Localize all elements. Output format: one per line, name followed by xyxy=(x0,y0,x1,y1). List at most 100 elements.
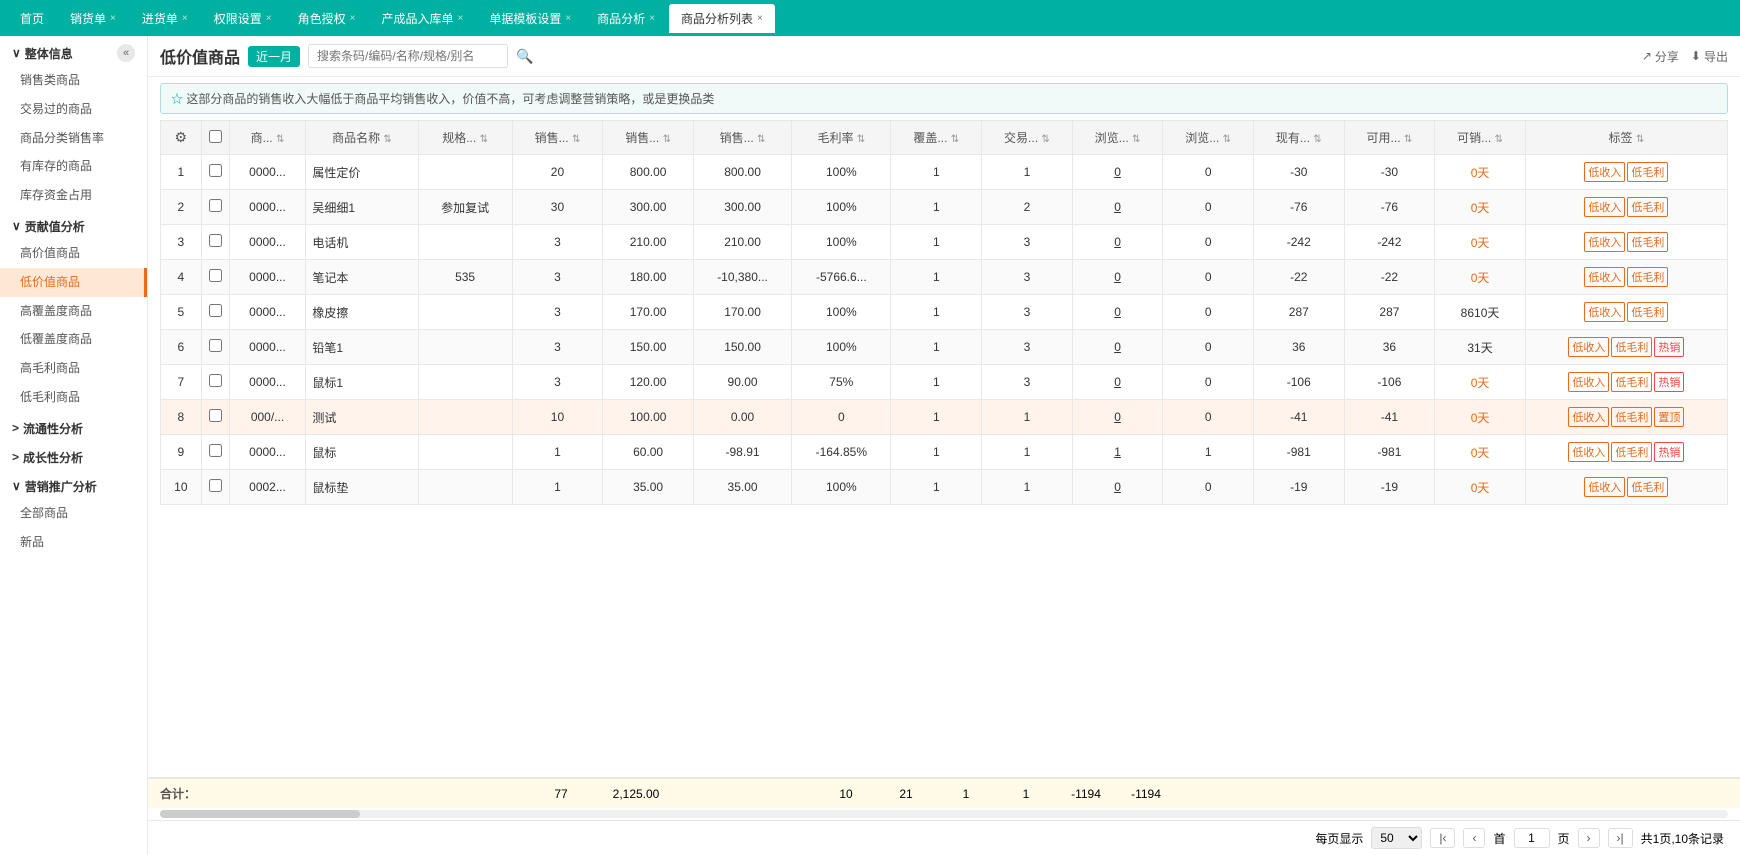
sidebar-item-high-value[interactable]: 高价值商品 xyxy=(0,239,147,268)
sidebar-item-low-coverage[interactable]: 低覆盖度商品 xyxy=(0,325,147,354)
td-checkbox[interactable] xyxy=(201,330,229,365)
row-checkbox[interactable] xyxy=(209,234,222,247)
td-profit: 0 xyxy=(792,400,891,435)
close-icon[interactable]: × xyxy=(266,13,272,24)
sidebar-item-category-sales-rate[interactable]: 商品分类销售率 xyxy=(0,124,147,153)
first-page-btn[interactable]: |‹ xyxy=(1430,828,1455,848)
row-checkbox[interactable] xyxy=(209,339,222,352)
row-checkbox[interactable] xyxy=(209,409,222,422)
row-checkbox[interactable] xyxy=(209,164,222,177)
sidebar-group-liquidity[interactable]: > 流通性分析 xyxy=(0,412,147,441)
browse-link[interactable]: 1 xyxy=(1114,445,1121,459)
page-input[interactable] xyxy=(1514,828,1550,848)
table-wrapper[interactable]: ⚙ 商... ⇅ 商品名称 ⇅ 规格... ⇅ 销售... ⇅ 销售... ⇅ … xyxy=(148,120,1740,777)
td-cov: 1 xyxy=(891,155,982,190)
browse-link[interactable]: 0 xyxy=(1114,410,1121,424)
share-btn[interactable]: ↗ 分享 xyxy=(1642,48,1679,65)
nav-permission[interactable]: 权限设置 × xyxy=(202,4,284,33)
close-icon[interactable]: × xyxy=(757,13,763,24)
footer-stock1: -1194 xyxy=(1056,787,1116,801)
row-checkbox[interactable] xyxy=(209,444,222,457)
close-icon[interactable]: × xyxy=(649,13,655,24)
next-page-btn[interactable]: › xyxy=(1578,828,1600,848)
nav-template[interactable]: 单据模板设置 × xyxy=(477,4,583,33)
sidebar-group-contribution[interactable]: ∨ 贡献值分析 xyxy=(0,210,147,239)
search-icon[interactable]: 🔍 xyxy=(516,48,533,65)
td-checkbox[interactable] xyxy=(201,225,229,260)
nav-product-analysis[interactable]: 商品分析 × xyxy=(585,4,667,33)
td-browse1[interactable]: 0 xyxy=(1072,295,1163,330)
td-browse1[interactable]: 0 xyxy=(1072,260,1163,295)
scrollbar-thumb[interactable] xyxy=(160,810,360,818)
row-checkbox[interactable] xyxy=(209,304,222,317)
td-browse1[interactable]: 0 xyxy=(1072,365,1163,400)
sidebar-item-low-value[interactable]: 低价值商品 xyxy=(0,268,147,297)
collapse-btn[interactable]: « xyxy=(117,44,135,62)
row-checkbox[interactable] xyxy=(209,374,222,387)
time-filter-btn[interactable]: 近一月 xyxy=(248,46,300,67)
close-icon[interactable]: × xyxy=(457,13,463,24)
sidebar-item-low-profit[interactable]: 低毛利商品 xyxy=(0,383,147,412)
row-checkbox[interactable] xyxy=(209,199,222,212)
td-checkbox[interactable] xyxy=(201,435,229,470)
sidebar-group-growth[interactable]: > 成长性分析 xyxy=(0,441,147,470)
per-page-select[interactable]: 50 100 200 xyxy=(1371,827,1422,849)
nav-product-analysis-list[interactable]: 商品分析列表 × xyxy=(669,4,775,33)
td-browse1[interactable]: 0 xyxy=(1072,190,1163,225)
sidebar-item-traded-products[interactable]: 交易过的商品 xyxy=(0,95,147,124)
td-browse1[interactable]: 1 xyxy=(1072,435,1163,470)
close-icon[interactable]: × xyxy=(350,13,356,24)
export-btn[interactable]: ⬇ 导出 xyxy=(1691,48,1728,65)
browse-link[interactable]: 0 xyxy=(1114,235,1121,249)
td-browse1[interactable]: 0 xyxy=(1072,225,1163,260)
td-checkbox[interactable] xyxy=(201,470,229,505)
td-browse1[interactable]: 0 xyxy=(1072,155,1163,190)
sidebar-item-stock-products[interactable]: 有库存的商品 xyxy=(0,152,147,181)
sidebar-item-stock-capital[interactable]: 库存资金占用 xyxy=(0,181,147,210)
browse-link[interactable]: 0 xyxy=(1114,305,1121,319)
row-checkbox[interactable] xyxy=(209,479,222,492)
th-gear[interactable]: ⚙ xyxy=(161,121,202,155)
sidebar-item-new-products[interactable]: 新品 xyxy=(0,528,147,557)
sidebar-group-marketing[interactable]: ∨ 营销推广分析 xyxy=(0,470,147,499)
td-browse1[interactable]: 0 xyxy=(1072,400,1163,435)
nav-sales[interactable]: 销货单 × xyxy=(58,4,128,33)
select-all-checkbox[interactable] xyxy=(209,130,222,143)
browse-link[interactable]: 0 xyxy=(1114,340,1121,354)
td-s2: 35.00 xyxy=(603,470,694,505)
th-checkbox[interactable] xyxy=(201,121,229,155)
search-input[interactable] xyxy=(308,44,508,68)
close-icon[interactable]: × xyxy=(182,13,188,24)
browse-link[interactable]: 0 xyxy=(1114,375,1121,389)
browse-link[interactable]: 0 xyxy=(1114,165,1121,179)
sidebar-item-high-profit[interactable]: 高毛利商品 xyxy=(0,354,147,383)
gear-icon[interactable]: ⚙ xyxy=(175,129,188,145)
td-checkbox[interactable] xyxy=(201,400,229,435)
row-checkbox[interactable] xyxy=(209,269,222,282)
td-browse1[interactable]: 0 xyxy=(1072,330,1163,365)
td-days: 0天 xyxy=(1435,260,1526,295)
close-icon[interactable]: × xyxy=(565,13,571,24)
nav-home[interactable]: 首页 xyxy=(8,4,56,33)
table-row: 5 0000... 橡皮擦 3 170.00 170.00 100% 1 3 0… xyxy=(161,295,1728,330)
scrollbar-track[interactable] xyxy=(160,810,1728,818)
td-checkbox[interactable] xyxy=(201,260,229,295)
prev-page-btn[interactable]: ‹ xyxy=(1463,828,1485,848)
td-checkbox[interactable] xyxy=(201,190,229,225)
nav-role[interactable]: 角色授权 × xyxy=(286,4,368,33)
close-icon[interactable]: × xyxy=(110,13,116,24)
sidebar-group-overall[interactable]: ∨ 整体信息 « xyxy=(0,36,147,66)
sidebar-item-sales-products[interactable]: 销售类商品 xyxy=(0,66,147,95)
last-page-btn[interactable]: ›| xyxy=(1608,828,1633,848)
td-checkbox[interactable] xyxy=(201,295,229,330)
browse-link[interactable]: 0 xyxy=(1114,200,1121,214)
sidebar-item-all-products[interactable]: 全部商品 xyxy=(0,499,147,528)
browse-link[interactable]: 0 xyxy=(1114,270,1121,284)
nav-purchase[interactable]: 进货单 × xyxy=(130,4,200,33)
td-checkbox[interactable] xyxy=(201,365,229,400)
sidebar-item-high-coverage[interactable]: 高覆盖度商品 xyxy=(0,297,147,326)
td-checkbox[interactable] xyxy=(201,155,229,190)
nav-stock-in[interactable]: 产成品入库单 × xyxy=(369,4,475,33)
browse-link[interactable]: 0 xyxy=(1114,480,1121,494)
td-browse1[interactable]: 0 xyxy=(1072,470,1163,505)
